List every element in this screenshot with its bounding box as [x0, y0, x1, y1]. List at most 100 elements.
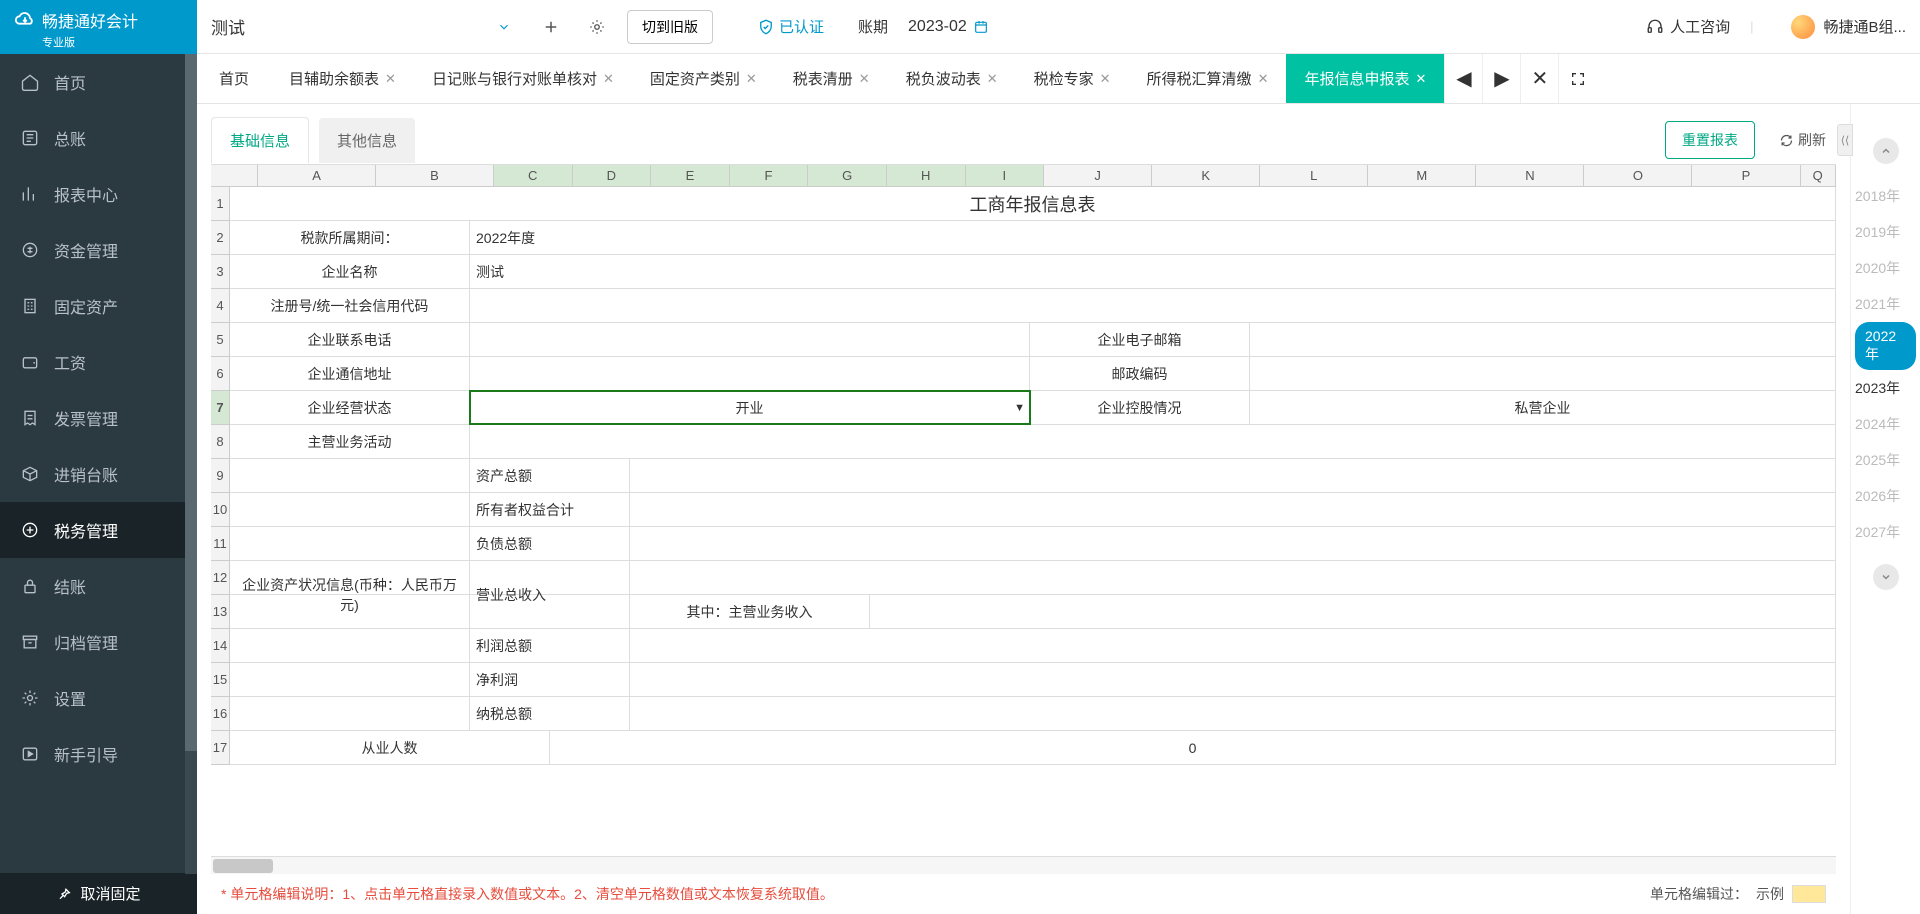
cell[interactable] [630, 561, 1836, 594]
year-up-button[interactable] [1873, 138, 1899, 164]
row-header[interactable]: 8 [211, 425, 230, 459]
cell[interactable]: 主营业务活动 [230, 425, 470, 458]
nav-tax[interactable]: 税务管理 [0, 502, 197, 558]
nav-settings[interactable]: 设置 [0, 670, 197, 726]
nav-closing[interactable]: 结账 [0, 558, 197, 614]
cell[interactable]: 企业联系电话 [230, 323, 470, 356]
user-menu[interactable]: 畅捷通B组... [1791, 15, 1906, 39]
tab-item[interactable]: 目辅助余额表✕ [271, 54, 414, 103]
column-header[interactable]: F [730, 165, 809, 186]
refresh-button[interactable]: 刷新 [1779, 130, 1826, 150]
cell[interactable]: 邮政编码 [1030, 357, 1250, 390]
cell[interactable]: 企业经营状态 [230, 391, 470, 424]
cell[interactable]: 负债总额 [470, 527, 630, 560]
cell[interactable] [630, 459, 1836, 492]
column-header[interactable]: E [651, 165, 730, 186]
year-item[interactable]: 2020年 [1855, 250, 1916, 286]
close-icon[interactable]: ✕ [746, 71, 757, 87]
unpin-button[interactable]: 取消固定 [0, 873, 197, 914]
year-item[interactable]: 2024年 [1855, 406, 1916, 442]
year-item[interactable]: 2023年 [1855, 370, 1916, 406]
close-icon[interactable]: ✕ [859, 71, 870, 87]
column-header[interactable]: M [1368, 165, 1476, 186]
period-picker[interactable]: 2023-02 [908, 18, 989, 36]
nav-guide[interactable]: 新手引导 [0, 726, 197, 782]
tab-item[interactable]: 税检专家✕ [1016, 54, 1129, 103]
row-header[interactable]: 1 [211, 187, 230, 221]
tab-home[interactable]: 首页 [197, 54, 271, 103]
year-item[interactable]: 2022年 [1855, 322, 1916, 370]
tab-item[interactable]: 固定资产类别✕ [632, 54, 775, 103]
row-header[interactable]: 5 [211, 323, 230, 357]
cell[interactable] [630, 629, 1836, 662]
add-button[interactable] [535, 11, 567, 43]
column-header[interactable]: L [1260, 165, 1368, 186]
close-icon[interactable]: ✕ [1258, 71, 1269, 87]
row-header[interactable]: 4 [211, 289, 230, 323]
nav-reports[interactable]: 报表中心 [0, 166, 197, 222]
column-header[interactable]: D [573, 165, 652, 186]
close-icon[interactable]: ✕ [987, 71, 998, 87]
column-header[interactable]: G [808, 165, 887, 186]
row-header[interactable]: 17 [211, 731, 230, 765]
consult-button[interactable]: 人工咨询 [1646, 16, 1730, 37]
reset-button[interactable]: 重置报表 [1665, 121, 1755, 159]
period-value[interactable]: 2022年度 [470, 221, 1836, 254]
year-item[interactable]: 2018年 [1855, 178, 1916, 214]
column-header[interactable]: A [258, 165, 376, 186]
switch-old-button[interactable]: 切到旧版 [627, 10, 713, 44]
row-header[interactable]: 6 [211, 357, 230, 391]
fullscreen-button[interactable] [1558, 54, 1596, 103]
column-header[interactable]: H [887, 165, 966, 186]
row-header[interactable]: 15 [211, 663, 230, 697]
row-header[interactable]: 13 [211, 595, 230, 629]
column-header[interactable]: K [1152, 165, 1260, 186]
cell[interactable] [1250, 357, 1836, 390]
cell[interactable]: 测试 [470, 255, 1836, 288]
column-header[interactable]: I [966, 165, 1045, 186]
cell[interactable] [870, 595, 1836, 628]
cell[interactable]: 0 [550, 731, 1836, 764]
cell[interactable]: 所有者权益合计 [470, 493, 630, 526]
cell[interactable]: 私营企业 [1250, 391, 1836, 424]
period-label[interactable]: 税款所属期间： [230, 221, 470, 254]
sheet-title[interactable]: 工商年报信息表 [230, 187, 1836, 220]
cell[interactable]: 纳税总额 [470, 697, 630, 730]
tab-scroll-right[interactable]: ▶ [1482, 54, 1520, 103]
cell[interactable] [630, 697, 1836, 730]
status-dropdown[interactable]: 开业▼ [470, 391, 1030, 424]
row-header[interactable]: 16 [211, 697, 230, 731]
close-icon[interactable]: ✕ [385, 71, 396, 87]
settings-button[interactable] [581, 11, 613, 43]
column-header[interactable]: J [1044, 165, 1152, 186]
year-down-button[interactable] [1873, 564, 1899, 590]
cell[interactable]: 从业人数 [230, 731, 550, 764]
row-header[interactable]: 2 [211, 221, 230, 255]
row-header[interactable]: 14 [211, 629, 230, 663]
cell[interactable]: 注册号/统一社会信用代码 [230, 289, 470, 322]
cell[interactable] [630, 663, 1836, 696]
cell[interactable]: 利润总额 [470, 629, 630, 662]
tab-item[interactable]: 税表清册✕ [775, 54, 888, 103]
year-item[interactable]: 2021年 [1855, 286, 1916, 322]
row-header[interactable]: 10 [211, 493, 230, 527]
sidebar-scrollbar[interactable] [185, 54, 197, 874]
column-header[interactable]: C [494, 165, 573, 186]
nav-stock[interactable]: 进销台账 [0, 446, 197, 502]
cell[interactable]: 营业总收入 [470, 561, 630, 629]
asset-section-label[interactable]: 企业资产状况信息(币种：人民币万元) [230, 459, 470, 731]
subtab-other[interactable]: 其他信息 [319, 118, 415, 163]
cell[interactable] [470, 357, 1030, 390]
cell[interactable]: 企业电子邮箱 [1030, 323, 1250, 356]
spreadsheet[interactable]: ABCDEFGHIJKLMNOPQ 1234567891011121314151… [211, 164, 1836, 856]
year-item[interactable]: 2019年 [1855, 214, 1916, 250]
nav-funds[interactable]: 资金管理 [0, 222, 197, 278]
nav-salary[interactable]: 工资 [0, 334, 197, 390]
tab-close-all[interactable]: ✕ [1520, 54, 1558, 103]
tab-item[interactable]: 日记账与银行对账单核对✕ [414, 54, 632, 103]
cell[interactable] [470, 289, 1836, 322]
cell[interactable]: 企业名称 [230, 255, 470, 288]
nav-assets[interactable]: 固定资产 [0, 278, 197, 334]
row-header[interactable]: 3 [211, 255, 230, 289]
cell[interactable]: 资产总额 [470, 459, 630, 492]
